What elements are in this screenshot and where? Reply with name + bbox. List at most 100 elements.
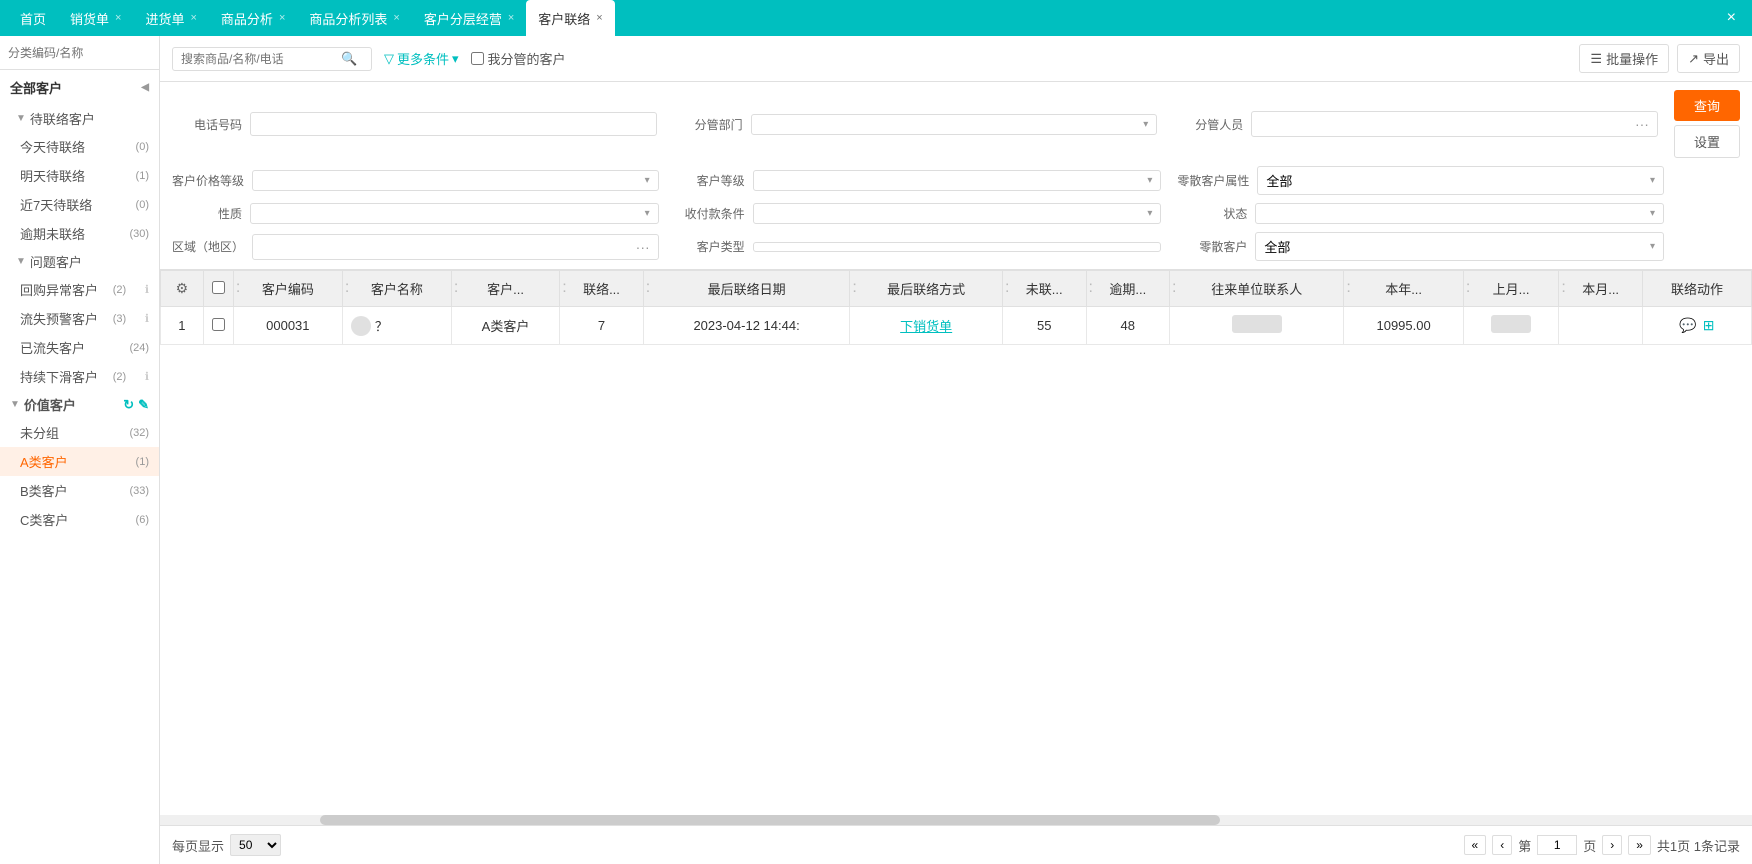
sidebar-item-ungrouped[interactable]: 未分组 (32) [0,418,159,447]
dept-field: 分管部门 ▾ [673,114,1158,135]
query-buttons: 查询 设置 [1674,90,1740,158]
cell-checkbox[interactable] [203,307,233,345]
nav-home[interactable]: 首页 [8,0,58,36]
select-all-checkbox[interactable] [212,281,225,294]
per-page-select[interactable]: 50 100 200 [230,834,281,856]
sidebar-item-overdue[interactable]: 逾期未联络 (30) [0,219,159,248]
cell-contact-person [1170,307,1344,345]
nav-product-list[interactable]: 商品分析列表 × [297,0,411,36]
cell-customer-type: A类客户 [451,307,559,345]
total-records-label: 共1页 1条记录 [1657,836,1740,855]
sidebar-item-tomorrow-pending[interactable]: 明天待联络 (1) [0,161,159,190]
filter-row-4: 区域（地区） ··· 客户类型 零散客户 全部 ▾ [172,232,1740,261]
cell-last-method[interactable]: 下销货单 [850,307,1003,345]
export-button[interactable]: ↗ 导出 [1677,44,1740,73]
sidebar-item-declining[interactable]: 持续下滑客户 (2) ℹ [0,362,159,391]
price-grade-select[interactable]: ▾ [252,170,659,191]
search-input[interactable] [181,52,341,66]
sidebar-item-b-class[interactable]: B类客户 (33) [0,476,159,505]
nature-field: 性质 ▾ [172,203,659,224]
sidebar-pending-group[interactable]: ▼ 待联络客户 [0,105,159,132]
sidebar-item-c-class[interactable]: C类客户 (6) [0,505,159,534]
bulk-op-button[interactable]: ☰ 批量操作 [1579,44,1669,73]
status-select[interactable]: ▾ [1255,203,1664,224]
col-customer-code[interactable]: 客户编码 [233,271,342,307]
refresh-icon[interactable]: ↻ [123,397,134,413]
settings-button[interactable]: 设置 [1674,125,1740,158]
customer-name-text: ？ [375,316,388,335]
dept-select[interactable]: ▾ [751,114,1158,135]
main-layout: 🔍 全部客户 ◀ ▼ 待联络客户 今天待联络 (0) 明天待联络 (1) 近7天… [0,36,1752,864]
cell-this-month [1559,307,1643,345]
sidebar-all-customers-header[interactable]: 全部客户 ◀ [0,70,159,105]
retail-attr-chevron-icon: ▾ [1650,175,1655,186]
next-page-button[interactable]: › [1602,835,1622,855]
sidebar-problem-group[interactable]: ▼ 问题客户 [0,248,159,275]
horizontal-scrollbar[interactable] [160,815,1752,825]
qrcode-action-icon[interactable]: ⊞ [1703,317,1715,334]
customer-type-select[interactable] [753,242,1162,252]
page-label: 第 [1518,836,1531,855]
sidebar-search-input[interactable] [8,46,160,60]
query-button[interactable]: 查询 [1674,90,1740,121]
filter-row-1: 电话号码 分管部门 ▾ 分管人员 ··· 查询 [172,90,1740,158]
nav-close-product-list[interactable]: × [393,12,399,24]
nature-label: 性质 [172,205,242,222]
phone-input[interactable] [250,112,657,136]
col-overdue[interactable]: 逾期... [1086,271,1170,307]
nav-product-analysis[interactable]: 商品分析 × [209,0,297,36]
col-contact-person[interactable]: 往来单位联系人 [1170,271,1344,307]
manager-label: 分管人员 [1173,116,1243,133]
nav-close-purchase[interactable]: × [190,12,196,24]
col-last-contact-date[interactable]: 最后联络日期 [643,271,850,307]
sidebar-item-repurchase-anomaly[interactable]: 回购异常客户 (2) ℹ [0,275,159,304]
sidebar-item-today-pending[interactable]: 今天待联络 (0) [0,132,159,161]
retail-customer-select[interactable]: 全部 ▾ [1255,232,1664,261]
my-customers-check[interactable] [471,52,484,65]
sidebar-item-churn-warning[interactable]: 流失预警客户 (3) ℹ [0,304,159,333]
col-customer-type[interactable]: 客户... [451,271,559,307]
customer-table: ⚙ 客户编码 客户名称 客户... 联络... 最后联络日期 最后联络方式 未联… [160,270,1752,345]
col-gear[interactable]: ⚙ [161,271,204,307]
col-last-month[interactable]: 上月... [1463,271,1559,307]
row-checkbox[interactable] [212,318,225,331]
col-contact-count[interactable]: 联络... [560,271,644,307]
last-page-button[interactable]: » [1628,835,1651,855]
more-filters-button[interactable]: ▽ 更多条件 ▾ [384,49,459,68]
col-uncontacted[interactable]: 未联... [1002,271,1086,307]
table-area: ⚙ 客户编码 客户名称 客户... 联络... 最后联络日期 最后联络方式 未联… [160,270,1752,864]
nav-customer-segment[interactable]: 客户分层经营 × [412,0,526,36]
search-icon[interactable]: 🔍 [341,51,357,67]
payment-select[interactable]: ▾ [753,203,1162,224]
close-all-tabs-button[interactable]: × [1719,9,1744,27]
prev-page-button[interactable]: ‹ [1492,835,1512,855]
nav-purchase-order[interactable]: 进货单 × [133,0,208,36]
nature-select[interactable]: ▾ [250,203,659,224]
manager-select[interactable]: ··· [1251,111,1658,137]
scrollbar-thumb[interactable] [320,815,1220,825]
sidebar-item-7day-pending[interactable]: 近7天待联络 (0) [0,190,159,219]
sidebar-item-churned[interactable]: 已流失客户 (24) [0,333,159,362]
col-last-contact-method[interactable]: 最后联络方式 [850,271,1003,307]
col-customer-name[interactable]: 客户名称 [342,271,451,307]
col-checkbox[interactable] [203,271,233,307]
nav-customer-contact[interactable]: 客户联络 × [526,0,614,36]
page-number-input[interactable] [1537,835,1577,855]
first-page-button[interactable]: « [1464,835,1487,855]
customer-type-field: 客户类型 [675,238,1162,255]
col-this-year[interactable]: 本年... [1344,271,1463,307]
table-wrapper[interactable]: ⚙ 客户编码 客户名称 客户... 联络... 最后联络日期 最后联络方式 未联… [160,270,1752,815]
customer-grade-select[interactable]: ▾ [753,170,1162,191]
nav-close-segment[interactable]: × [508,12,514,24]
nav-close-contact[interactable]: × [596,12,602,24]
edit-icon[interactable]: ✎ [138,397,149,413]
nav-close-sales[interactable]: × [115,12,121,24]
retail-attr-select[interactable]: 全部 ▾ [1257,166,1664,195]
sidebar-item-a-class[interactable]: A类客户 (1) [0,447,159,476]
region-select[interactable]: ··· [252,234,659,260]
message-action-icon[interactable]: 💬 [1679,317,1696,334]
col-this-month[interactable]: 本月... [1559,271,1643,307]
nav-sales-order[interactable]: 销货单 × [58,0,133,36]
sidebar-value-group[interactable]: ▼ 价值客户 ↻ ✎ [0,391,159,418]
nav-close-product[interactable]: × [279,12,285,24]
